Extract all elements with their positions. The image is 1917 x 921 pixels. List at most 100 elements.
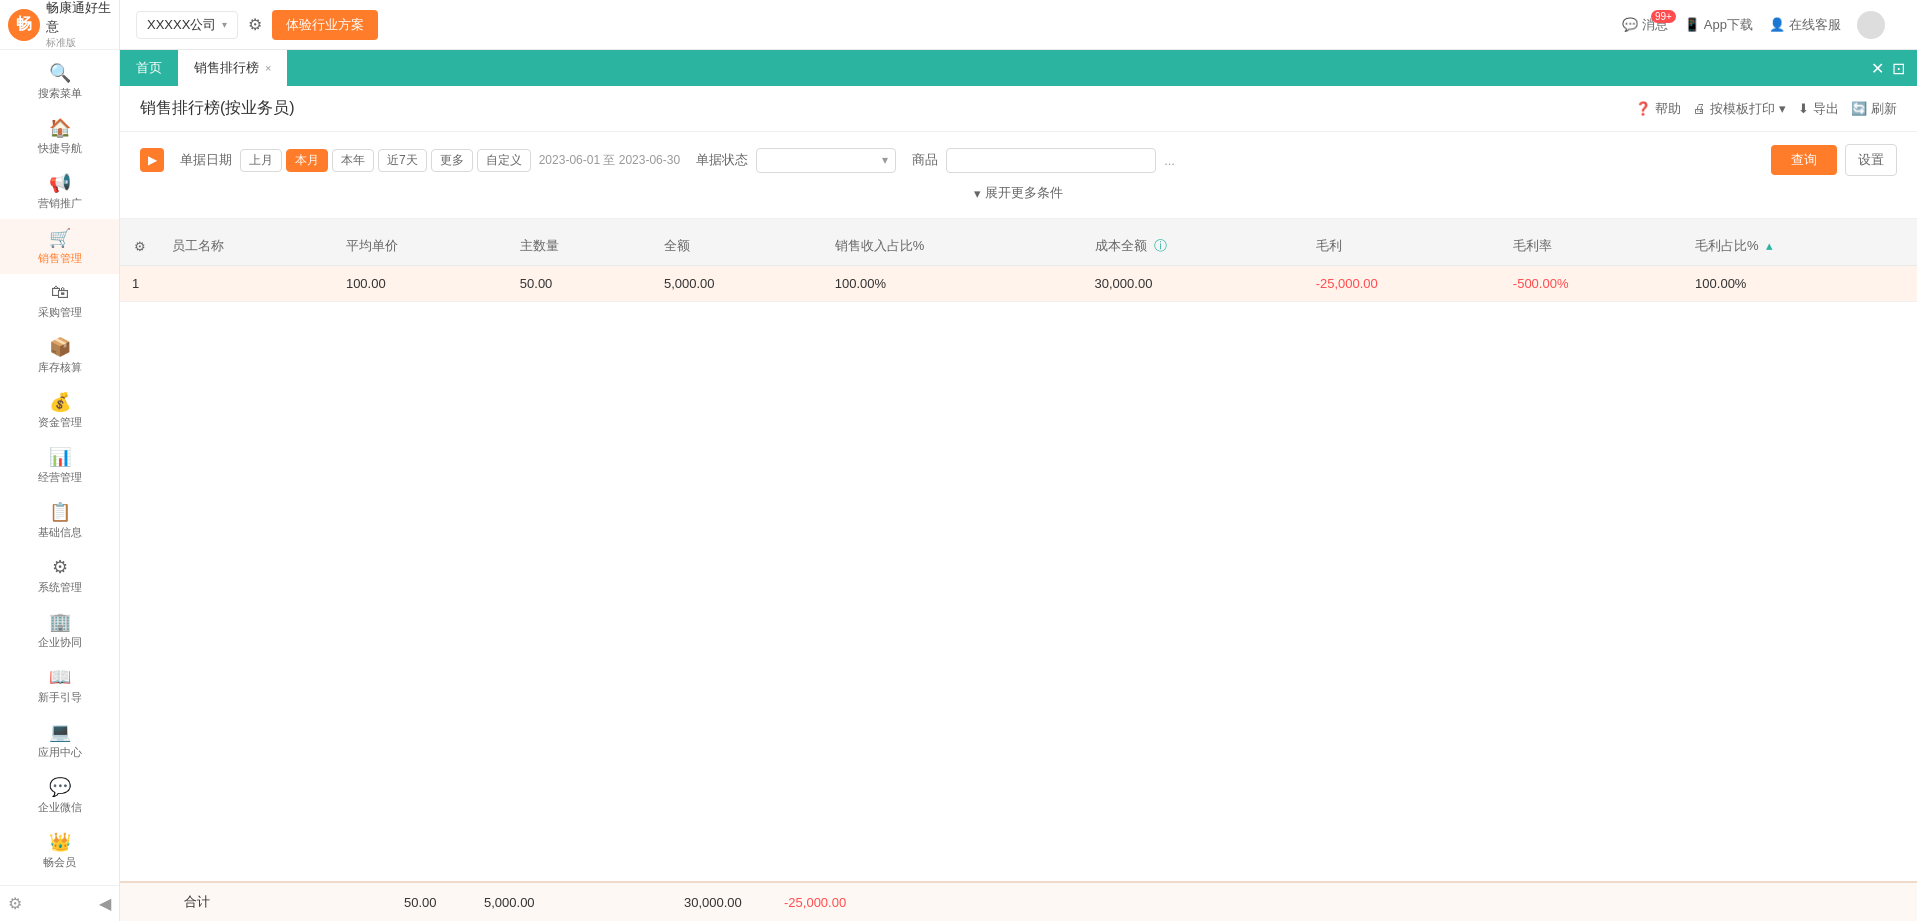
date-range-display: 2023-06-01 至 2023-06-30 <box>539 152 680 169</box>
main-area: XXXXX公司 ▾ ⚙ 体验行业方案 💬 消息 99+ 📱 App下载 👤 在线… <box>120 0 1917 921</box>
status-select-wrapper <box>756 148 896 173</box>
app-download-button[interactable]: 📱 App下载 <box>1684 16 1753 34</box>
operations-icon: 📊 <box>49 446 71 468</box>
date-buttons: 上月 本月 本年 近7天 更多 自定义 <box>240 149 531 172</box>
tab-sales-ranking[interactable]: 销售排行榜 × <box>178 50 287 86</box>
cost-info-icon[interactable]: ⓘ <box>1154 238 1167 253</box>
sidebar-item-marketing[interactable]: 📢 营销推广 <box>0 164 119 219</box>
date-current-month-btn[interactable]: 本月 <box>286 149 328 172</box>
sidebar-item-inventory[interactable]: 📦 库存核算 <box>0 328 119 383</box>
sidebar-item-search[interactable]: 🔍 搜索菜单 <box>0 54 119 109</box>
col-gross-pct: 毛利占比% ▴ <box>1683 227 1917 266</box>
tabbar: 首页 销售排行榜 × ✕ ⊡ <box>120 50 1917 86</box>
company-name: XXXXX公司 <box>147 16 216 34</box>
date-7days-btn[interactable]: 近7天 <box>378 149 427 172</box>
filter-collapse-btn[interactable]: ▶ <box>140 148 164 172</box>
date-more-btn[interactable]: 更多 <box>431 149 473 172</box>
notification-badge: 99+ <box>1651 10 1676 23</box>
company-selector[interactable]: XXXXX公司 ▾ <box>136 11 238 39</box>
sidebar-item-finance[interactable]: 💰 资金管理 <box>0 383 119 438</box>
status-select[interactable] <box>756 148 896 173</box>
sidebar-item-wechat[interactable]: 💬 企业微信 <box>0 768 119 823</box>
settings-bottom-icon[interactable]: ⚙ <box>8 894 22 913</box>
sidebar-item-guide[interactable]: 📖 新手引导 <box>0 658 119 713</box>
export-button[interactable]: ⬇ 导出 <box>1798 100 1839 118</box>
member-icon: 👑 <box>49 831 71 853</box>
topbar-settings-icon[interactable]: ⚙ <box>248 15 262 34</box>
col-gross-rate: 毛利率 <box>1501 227 1683 266</box>
filter-settings-button[interactable]: 设置 <box>1845 144 1897 176</box>
template-print-button[interactable]: 🖨 按模板打印 ▾ <box>1693 100 1786 118</box>
company-dropdown-arrow: ▾ <box>222 19 227 30</box>
table-row: 1 100.00 50.00 5,000.00 100.00% 30,000.0… <box>120 266 1917 302</box>
sidebar-item-apps[interactable]: 💻 应用中心 <box>0 713 119 768</box>
date-this-year-btn[interactable]: 本年 <box>332 149 374 172</box>
system-icon: ⚙ <box>52 556 68 578</box>
goods-input[interactable] <box>946 148 1156 173</box>
col-sales-pct: 销售收入占比% <box>823 227 1083 266</box>
date-filter: 单据日期 上月 本月 本年 近7天 更多 自定义 2023-06-01 至 20… <box>180 149 680 172</box>
tab-close-icon[interactable]: × <box>265 62 271 74</box>
sidebar-item-quick-nav[interactable]: 🏠 快捷导航 <box>0 109 119 164</box>
gross-pct-info-icon[interactable]: ▴ <box>1766 238 1773 253</box>
goods-more-icon[interactable]: ... <box>1164 153 1175 168</box>
sidebar: 畅 畅康通好生意 标准版 🔍 搜索菜单 🏠 快捷导航 📢 营销推广 🛒 销售管理… <box>0 0 120 921</box>
sidebar-item-member[interactable]: 👑 畅会员 <box>0 823 119 878</box>
col-settings: ⚙ <box>120 227 160 266</box>
goods-filter: 商品 ... <box>912 148 1175 173</box>
col-quantity: 主数量 <box>508 227 652 266</box>
sidebar-bottom: ⚙ ◀ <box>0 885 119 921</box>
cell-name <box>160 266 334 302</box>
online-service-button[interactable]: 👤 在线客服 <box>1769 16 1841 34</box>
download-icon: 📱 <box>1684 17 1700 32</box>
collapse-sidebar-icon[interactable]: ◀ <box>99 894 111 913</box>
cell-gross-rate: -500.00% <box>1501 266 1683 302</box>
page-actions: ❓ 帮助 🖨 按模板打印 ▾ ⬇ 导出 🔄 刷新 <box>1635 100 1897 118</box>
column-settings-icon[interactable]: ⚙ <box>134 239 146 254</box>
guide-icon: 📖 <box>49 666 71 688</box>
tab-minimize-icon[interactable]: ✕ <box>1871 59 1884 78</box>
help-button[interactable]: ❓ 帮助 <box>1635 100 1681 118</box>
col-avg-price: 平均单价 <box>334 227 508 266</box>
footer-cost: 30,000.00 <box>672 895 772 910</box>
col-cost: 成本全额 ⓘ <box>1083 227 1304 266</box>
table-footer: 合计 50.00 5,000.00 30,000.00 -25,000.00 <box>120 881 1917 921</box>
cell-gross-pct: 100.00% <box>1683 266 1917 302</box>
help-icon: ❓ <box>1635 101 1651 116</box>
cell-gross: -25,000.00 <box>1304 266 1501 302</box>
sidebar-item-enterprise[interactable]: 🏢 企业协同 <box>0 603 119 658</box>
sales-icon: 🛒 <box>49 227 71 249</box>
finance-icon: 💰 <box>49 391 71 413</box>
logo-text: 畅康通好生意 标准版 <box>46 0 111 50</box>
tab-home[interactable]: 首页 <box>120 50 178 86</box>
avatar[interactable] <box>1857 11 1885 39</box>
sidebar-item-sales[interactable]: 🛒 销售管理 <box>0 219 119 274</box>
filter-collapse-icon: ▶ <box>148 153 157 167</box>
topbar: XXXXX公司 ▾ ⚙ 体验行业方案 💬 消息 99+ 📱 App下载 👤 在线… <box>120 0 1917 50</box>
notifications-button[interactable]: 💬 消息 99+ <box>1622 16 1668 34</box>
sidebar-item-system[interactable]: ⚙ 系统管理 <box>0 548 119 603</box>
sidebar-item-basic[interactable]: 📋 基础信息 <box>0 493 119 548</box>
date-prev-month-btn[interactable]: 上月 <box>240 149 282 172</box>
date-custom-btn[interactable]: 自定义 <box>477 149 531 172</box>
sidebar-item-purchase[interactable]: 🛍 采购管理 <box>0 274 119 328</box>
service-icon: 👤 <box>1769 17 1785 32</box>
sidebar-logo: 畅 畅康通好生意 标准版 <box>0 0 119 50</box>
enterprise-icon: 🏢 <box>49 611 71 633</box>
sidebar-item-operations[interactable]: 📊 经营管理 <box>0 438 119 493</box>
expand-more-btn[interactable]: ▾ 展开更多条件 <box>140 176 1897 206</box>
footer-amount: 5,000.00 <box>472 895 572 910</box>
expand-more-icon: ▾ <box>974 186 981 201</box>
tab-expand-icon[interactable]: ⊡ <box>1892 59 1905 78</box>
query-button[interactable]: 查询 <box>1771 145 1837 175</box>
page-header: 销售排行榜(按业务员) ❓ 帮助 🖨 按模板打印 ▾ ⬇ 导出 🔄 刷新 <box>120 86 1917 132</box>
topbar-right: 💬 消息 99+ 📱 App下载 👤 在线客服 <box>1622 11 1901 39</box>
cell-sales-pct: 100.00% <box>823 266 1083 302</box>
cell-amount: 5,000.00 <box>652 266 823 302</box>
trial-button[interactable]: 体验行业方案 <box>272 10 378 40</box>
basic-icon: 📋 <box>49 501 71 523</box>
table-header-row: ⚙ 员工名称 平均单价 主数量 全额 销售收入占比% 成本全额 ⓘ 毛利 毛利率 <box>120 227 1917 266</box>
refresh-button[interactable]: 🔄 刷新 <box>1851 100 1897 118</box>
footer-gross: -25,000.00 <box>772 895 872 910</box>
data-table-container: ⚙ 员工名称 平均单价 主数量 全额 销售收入占比% 成本全额 ⓘ 毛利 毛利率 <box>120 227 1917 881</box>
